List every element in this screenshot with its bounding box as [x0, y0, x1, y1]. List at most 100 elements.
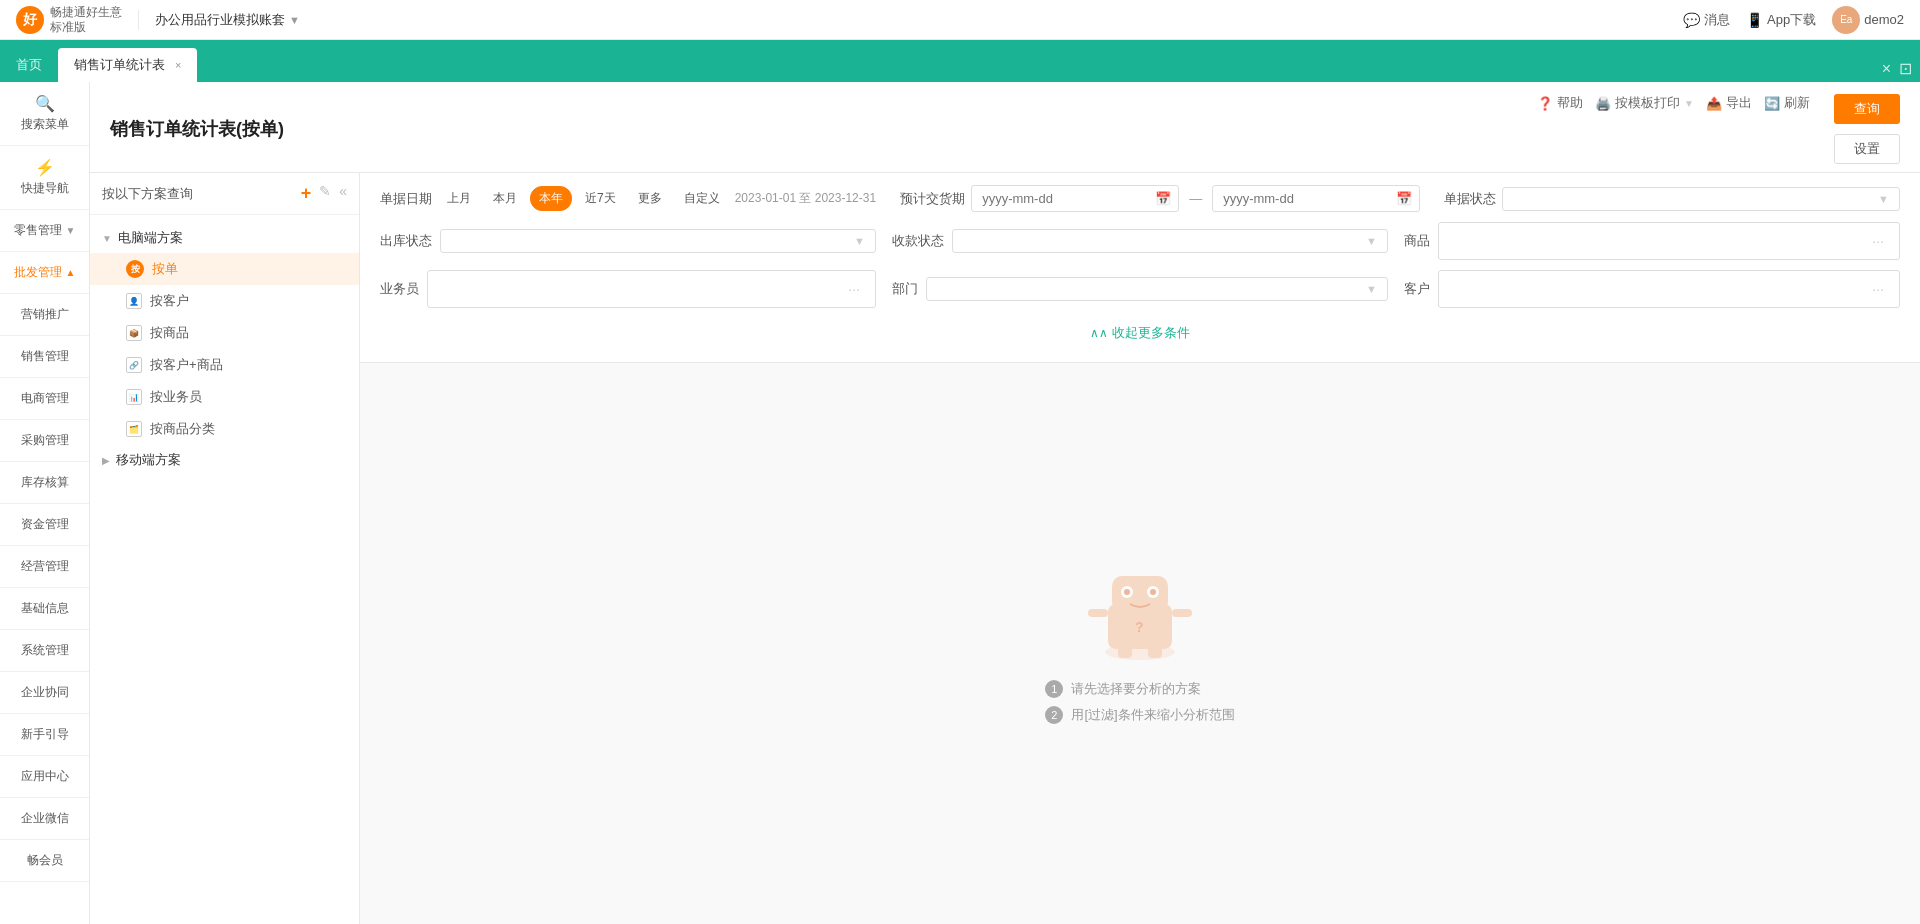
- message-icon: 💬: [1683, 12, 1700, 28]
- customer-dots-btn[interactable]: ···: [1867, 276, 1889, 302]
- page-header: 销售订单统计表(按单) ❓ 帮助 🖨️ 按模板打印 ▼ 📤 导出: [90, 82, 1920, 173]
- status-label: 单据状态: [1444, 190, 1496, 208]
- payment-status-label: 收款状态: [892, 232, 944, 250]
- app-download-btn[interactable]: 📱 App下载: [1746, 11, 1816, 29]
- scheme-item-by-order[interactable]: 按 按单: [90, 253, 359, 285]
- tab-sales-order[interactable]: 销售订单统计表 ×: [58, 48, 197, 82]
- filter-area: 单据日期 上月 本月 本年 近7天 更多 自定义 2023-01-01 至 20…: [360, 173, 1920, 363]
- setting-button[interactable]: 设置: [1834, 134, 1900, 164]
- dept-select[interactable]: ▼: [926, 277, 1388, 301]
- edit-scheme-btn[interactable]: ✎: [319, 183, 331, 204]
- sidebar-item-app-center[interactable]: 应用中心: [0, 756, 89, 798]
- data-area: ? 1 请先选择要分析的方案 2 用[过滤]条件来缩小分析范围: [360, 363, 1920, 924]
- dept-dropdown-icon: ▼: [1366, 283, 1377, 295]
- export-icon: 📤: [1706, 96, 1722, 111]
- logo-text: 畅捷通好生意 标准版: [50, 5, 122, 34]
- sidebar-item-marketing[interactable]: 营销推广: [0, 294, 89, 336]
- logo-icon: 好: [16, 6, 44, 34]
- user-area[interactable]: Ea demo2: [1832, 6, 1904, 34]
- sidebar-item-sales[interactable]: 销售管理: [0, 336, 89, 378]
- help-btn[interactable]: ❓ 帮助: [1537, 94, 1583, 112]
- sidebar-item-search[interactable]: 🔍 搜索菜单: [0, 82, 89, 146]
- scheme-item-by-customer[interactable]: 👤 按客户: [90, 285, 359, 317]
- message-btn[interactable]: 💬 消息: [1683, 11, 1730, 29]
- date-btn-this-year[interactable]: 本年: [530, 186, 572, 211]
- help-icon: ❓: [1537, 96, 1553, 111]
- right-content: 单据日期 上月 本月 本年 近7天 更多 自定义 2023-01-01 至 20…: [360, 173, 1920, 924]
- wholesale-arrow-icon: ▲: [66, 267, 76, 278]
- expected-date-to-input[interactable]: [1212, 185, 1420, 212]
- sidebar-item-ecommerce[interactable]: 电商管理: [0, 378, 89, 420]
- export-btn[interactable]: 📤 导出: [1706, 94, 1752, 112]
- date-range-separator: —: [1185, 191, 1206, 206]
- salesman-label: 业务员: [380, 280, 419, 298]
- delivery-status-select[interactable]: ▼: [440, 229, 876, 253]
- goods-dots-btn[interactable]: ···: [1867, 228, 1889, 254]
- sidebar-item-guide[interactable]: 新手引导: [0, 714, 89, 756]
- empty-illustration: ?: [1080, 564, 1200, 664]
- sidebar-item-quick-nav[interactable]: ⚡ 快捷导航: [0, 146, 89, 210]
- sidebar-item-system[interactable]: 系统管理: [0, 630, 89, 672]
- add-scheme-btn[interactable]: +: [301, 183, 312, 204]
- print-icon: 🖨️: [1595, 96, 1611, 111]
- top-bar-title[interactable]: 办公用品行业模拟账套 ▼: [155, 11, 300, 29]
- sidebar-item-wholesale[interactable]: 批发管理 ▲: [0, 252, 89, 294]
- dropdown-icon[interactable]: ▼: [289, 14, 300, 26]
- collapse-filter-btn[interactable]: ∧∧ 收起更多条件: [380, 316, 1900, 350]
- date-btn-this-month[interactable]: 本月: [484, 186, 526, 211]
- sidebar-item-inventory[interactable]: 库存核算: [0, 462, 89, 504]
- query-button[interactable]: 查询: [1834, 94, 1900, 124]
- tab-close-icon[interactable]: ×: [175, 59, 181, 71]
- scheme-item-by-goods-category[interactable]: 🗂️ 按商品分类: [90, 413, 359, 445]
- scheme-item-by-customer-goods[interactable]: 🔗 按客户+商品: [90, 349, 359, 381]
- svg-rect-8: [1172, 609, 1192, 617]
- salesman-dots-btn[interactable]: ···: [843, 276, 865, 302]
- collapse-panel-btn[interactable]: «: [339, 183, 347, 204]
- sidebar-item-member[interactable]: 畅会员: [0, 840, 89, 882]
- tip-num-2: 2: [1045, 706, 1063, 724]
- svg-point-6: [1150, 589, 1156, 595]
- goods-label: 商品: [1404, 232, 1430, 250]
- avatar: Ea: [1832, 6, 1860, 34]
- empty-state: ? 1 请先选择要分析的方案 2 用[过滤]条件来缩小分析范围: [1045, 564, 1234, 724]
- date-btn-more[interactable]: 更多: [629, 186, 671, 211]
- scheme-icon-customer-goods: 🔗: [126, 357, 142, 373]
- logo-area: 好 畅捷通好生意 标准版: [16, 5, 122, 34]
- sidebar: 🔍 搜索菜单 ⚡ 快捷导航 零售管理 ▼ 批发管理 ▲ 营销推广 销售管理 电商…: [0, 82, 90, 924]
- main-layout: 🔍 搜索菜单 ⚡ 快捷导航 零售管理 ▼ 批发管理 ▲ 营销推广 销售管理 电商…: [0, 82, 1920, 924]
- scheme-item-by-salesman[interactable]: 📊 按业务员: [90, 381, 359, 413]
- payment-dropdown-icon: ▼: [1366, 235, 1377, 247]
- status-select[interactable]: ▼: [1502, 187, 1900, 211]
- date-range-text: 2023-01-01 至 2023-12-31: [735, 190, 876, 207]
- empty-tip-1: 1 请先选择要分析的方案: [1045, 680, 1234, 698]
- collapse-icon: ∧∧: [1090, 326, 1108, 340]
- scheme-item-by-goods[interactable]: 📦 按商品: [90, 317, 359, 349]
- window-maximize-btn[interactable]: ⊡: [1899, 59, 1912, 78]
- mobile-group-header[interactable]: ▶ 移动端方案: [90, 445, 359, 475]
- sidebar-item-retail[interactable]: 零售管理 ▼: [0, 210, 89, 252]
- tab-home[interactable]: 首页: [0, 48, 58, 82]
- payment-status-select[interactable]: ▼: [952, 229, 1388, 253]
- scheme-tree: ▼ 电脑端方案 按 按单 👤 按客户 📦: [90, 215, 359, 483]
- date-btn-custom[interactable]: 自定义: [675, 186, 729, 211]
- tab-bar: 首页 销售订单统计表 × × ⊡: [0, 40, 1920, 82]
- refresh-icon: 🔄: [1764, 96, 1780, 111]
- sidebar-item-finance[interactable]: 资金管理: [0, 504, 89, 546]
- calendar-to-icon: 📅: [1396, 191, 1412, 206]
- right-actions: 查询 设置: [1822, 94, 1900, 164]
- pc-group-header[interactable]: ▼ 电脑端方案: [90, 223, 359, 253]
- date-label: 单据日期: [380, 190, 432, 208]
- sidebar-item-basic-info[interactable]: 基础信息: [0, 588, 89, 630]
- mobile-scheme-group: ▶ 移动端方案: [90, 445, 359, 475]
- sidebar-item-enterprise-wechat[interactable]: 企业微信: [0, 798, 89, 840]
- svg-rect-10: [1148, 646, 1162, 658]
- sidebar-item-purchase[interactable]: 采购管理: [0, 420, 89, 462]
- window-close-btn[interactable]: ×: [1882, 60, 1891, 78]
- date-btn-7days[interactable]: 近7天: [576, 186, 625, 211]
- refresh-btn[interactable]: 🔄 刷新: [1764, 94, 1810, 112]
- date-btn-last-month[interactable]: 上月: [438, 186, 480, 211]
- sidebar-item-enterprise[interactable]: 企业协同: [0, 672, 89, 714]
- print-btn[interactable]: 🖨️ 按模板打印 ▼: [1595, 94, 1694, 112]
- expected-date-from-input[interactable]: [971, 185, 1179, 212]
- sidebar-item-operations[interactable]: 经营管理: [0, 546, 89, 588]
